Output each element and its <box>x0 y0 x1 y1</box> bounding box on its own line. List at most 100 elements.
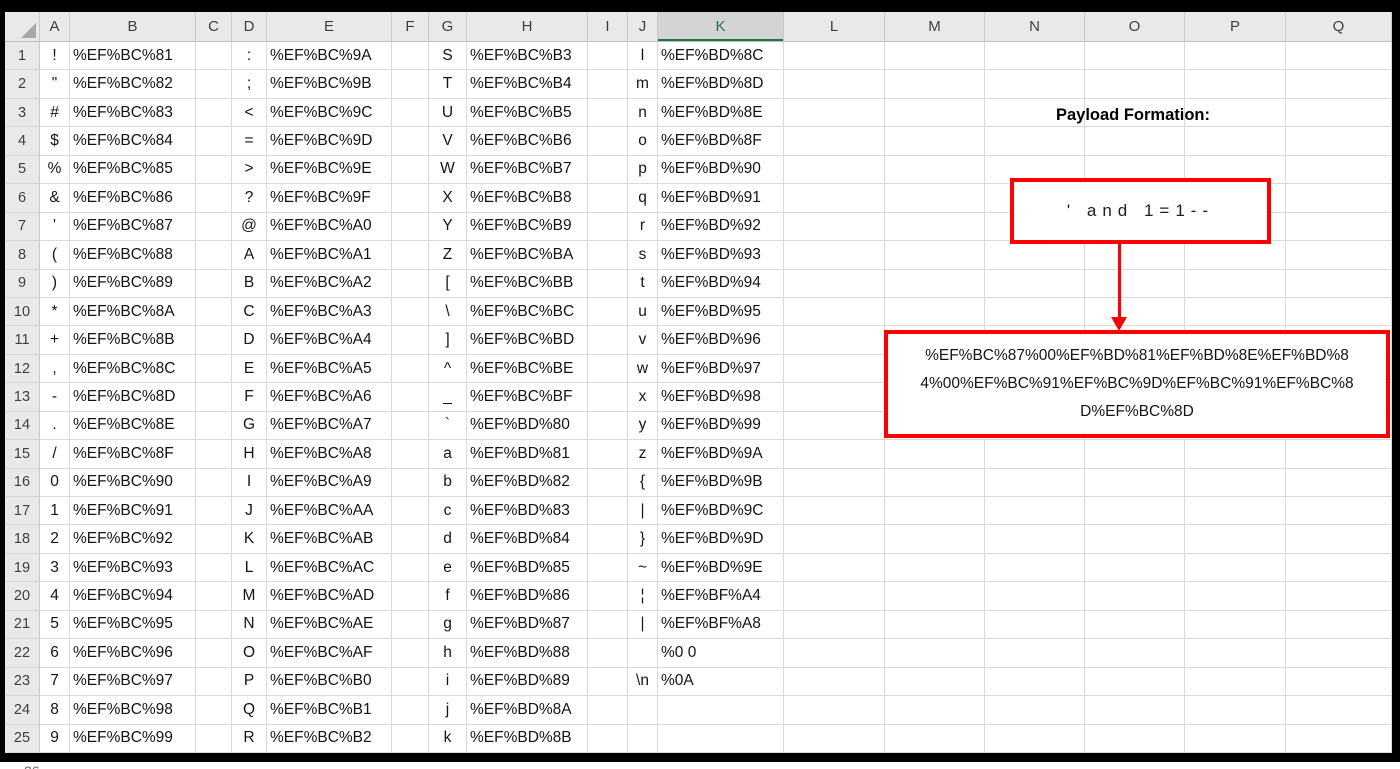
cell-A7[interactable]: ' <box>40 212 70 242</box>
cell-H13[interactable]: %EF%BC%BF <box>467 383 588 412</box>
cell-J14[interactable]: y <box>628 411 658 441</box>
cell-Q6[interactable] <box>1286 184 1392 213</box>
cell-K17[interactable]: %EF%BD%9C <box>658 497 784 526</box>
cell-L24[interactable] <box>784 696 885 725</box>
cell-G1[interactable]: S <box>429 42 467 71</box>
payload-encoded-box[interactable]: %EF%BC%87%00%EF%BD%81%EF%BD%8E%EF%BD%84%… <box>884 330 1390 438</box>
cell-B11[interactable]: %EF%BC%8B <box>70 326 196 355</box>
cell-L13[interactable] <box>784 383 885 412</box>
cell-A23[interactable]: 7 <box>40 667 70 697</box>
cell-D6[interactable]: ? <box>232 184 267 213</box>
cell-F19[interactable] <box>392 553 429 583</box>
row-header-25[interactable]: 25 <box>5 724 40 753</box>
cell-G13[interactable]: _ <box>429 383 467 412</box>
row-header-18[interactable]: 18 <box>5 525 40 554</box>
cell-C1[interactable] <box>196 42 232 71</box>
cell-H14[interactable]: %EF%BD%80 <box>467 411 588 441</box>
cell-I14[interactable] <box>588 411 628 441</box>
cell-A21[interactable]: 5 <box>40 610 70 640</box>
cell-C6[interactable] <box>196 184 232 213</box>
cell-Q23[interactable] <box>1286 667 1392 697</box>
cell-Q7[interactable] <box>1286 212 1392 242</box>
cell-E8[interactable]: %EF%BC%A1 <box>267 241 392 270</box>
cell-B25[interactable]: %EF%BC%99 <box>70 724 196 753</box>
col-header-B[interactable]: B <box>70 12 196 42</box>
cell-C20[interactable] <box>196 582 232 611</box>
cell-E24[interactable]: %EF%BC%B1 <box>267 696 392 725</box>
cell-D22[interactable]: O <box>232 639 267 668</box>
cell-A14[interactable]: . <box>40 411 70 441</box>
cell-D21[interactable]: N <box>232 610 267 640</box>
cell-E11[interactable]: %EF%BC%A4 <box>267 326 392 355</box>
cell-D17[interactable]: J <box>232 497 267 526</box>
cell-C19[interactable] <box>196 553 232 583</box>
cell-H5[interactable]: %EF%BC%B7 <box>467 155 588 185</box>
cell-M18[interactable] <box>885 525 985 554</box>
cell-G24[interactable]: j <box>429 696 467 725</box>
cell-E23[interactable]: %EF%BC%B0 <box>267 667 392 697</box>
cell-O23[interactable] <box>1085 667 1185 697</box>
cell-G10[interactable]: \ <box>429 297 467 327</box>
col-header-M[interactable]: M <box>885 12 985 42</box>
cell-B6[interactable]: %EF%BC%86 <box>70 184 196 213</box>
cell-L5[interactable] <box>784 155 885 185</box>
cell-D19[interactable]: L <box>232 553 267 583</box>
cell-H20[interactable]: %EF%BD%86 <box>467 582 588 611</box>
cell-J23[interactable]: \n <box>628 667 658 697</box>
cell-D8[interactable]: A <box>232 241 267 270</box>
cell-P23[interactable] <box>1185 667 1286 697</box>
cell-I11[interactable] <box>588 326 628 355</box>
cell-C13[interactable] <box>196 383 232 412</box>
cell-D20[interactable]: M <box>232 582 267 611</box>
cell-O25[interactable] <box>1085 724 1185 753</box>
cell-F8[interactable] <box>392 241 429 270</box>
cell-N23[interactable] <box>985 667 1085 697</box>
cell-P16[interactable] <box>1185 468 1286 497</box>
cell-I8[interactable] <box>588 241 628 270</box>
row-header-9[interactable]: 9 <box>5 269 40 298</box>
cell-J7[interactable]: r <box>628 212 658 242</box>
cell-A16[interactable]: 0 <box>40 468 70 497</box>
cell-I18[interactable] <box>588 525 628 554</box>
cell-L12[interactable] <box>784 354 885 384</box>
cell-C4[interactable] <box>196 127 232 156</box>
cell-B24[interactable]: %EF%BC%98 <box>70 696 196 725</box>
cell-F6[interactable] <box>392 184 429 213</box>
cell-F13[interactable] <box>392 383 429 412</box>
cell-Q2[interactable] <box>1286 70 1392 99</box>
cell-N16[interactable] <box>985 468 1085 497</box>
cell-I21[interactable] <box>588 610 628 640</box>
cell-L17[interactable] <box>784 497 885 526</box>
col-header-Q[interactable]: Q <box>1286 12 1392 42</box>
col-header-P[interactable]: P <box>1185 12 1286 42</box>
row-header-8[interactable]: 8 <box>5 241 40 270</box>
cell-M22[interactable] <box>885 639 985 668</box>
cell-I16[interactable] <box>588 468 628 497</box>
cell-L20[interactable] <box>784 582 885 611</box>
cell-Q18[interactable] <box>1286 525 1392 554</box>
cell-D25[interactable]: R <box>232 724 267 753</box>
cell-Q20[interactable] <box>1286 582 1392 611</box>
cell-C12[interactable] <box>196 354 232 384</box>
cell-J9[interactable]: t <box>628 269 658 298</box>
row-header-19[interactable]: 19 <box>5 553 40 583</box>
cell-L18[interactable] <box>784 525 885 554</box>
cell-B3[interactable]: %EF%BC%83 <box>70 98 196 128</box>
cell-G3[interactable]: U <box>429 98 467 128</box>
cell-E16[interactable]: %EF%BC%A9 <box>267 468 392 497</box>
cell-E22[interactable]: %EF%BC%AF <box>267 639 392 668</box>
row-header-3[interactable]: 3 <box>5 98 40 128</box>
cell-G15[interactable]: a <box>429 440 467 469</box>
row-header-5[interactable]: 5 <box>5 155 40 185</box>
cell-I23[interactable] <box>588 667 628 697</box>
col-header-K[interactable]: K <box>658 12 784 42</box>
cell-I25[interactable] <box>588 724 628 753</box>
cell-K24[interactable] <box>658 696 784 725</box>
cell-O20[interactable] <box>1085 582 1185 611</box>
cell-H1[interactable]: %EF%BC%B3 <box>467 42 588 71</box>
cell-K2[interactable]: %EF%BD%8D <box>658 70 784 99</box>
col-header-D[interactable]: D <box>232 12 267 42</box>
cell-I6[interactable] <box>588 184 628 213</box>
col-header-A[interactable]: A <box>40 12 70 42</box>
cell-M21[interactable] <box>885 610 985 640</box>
